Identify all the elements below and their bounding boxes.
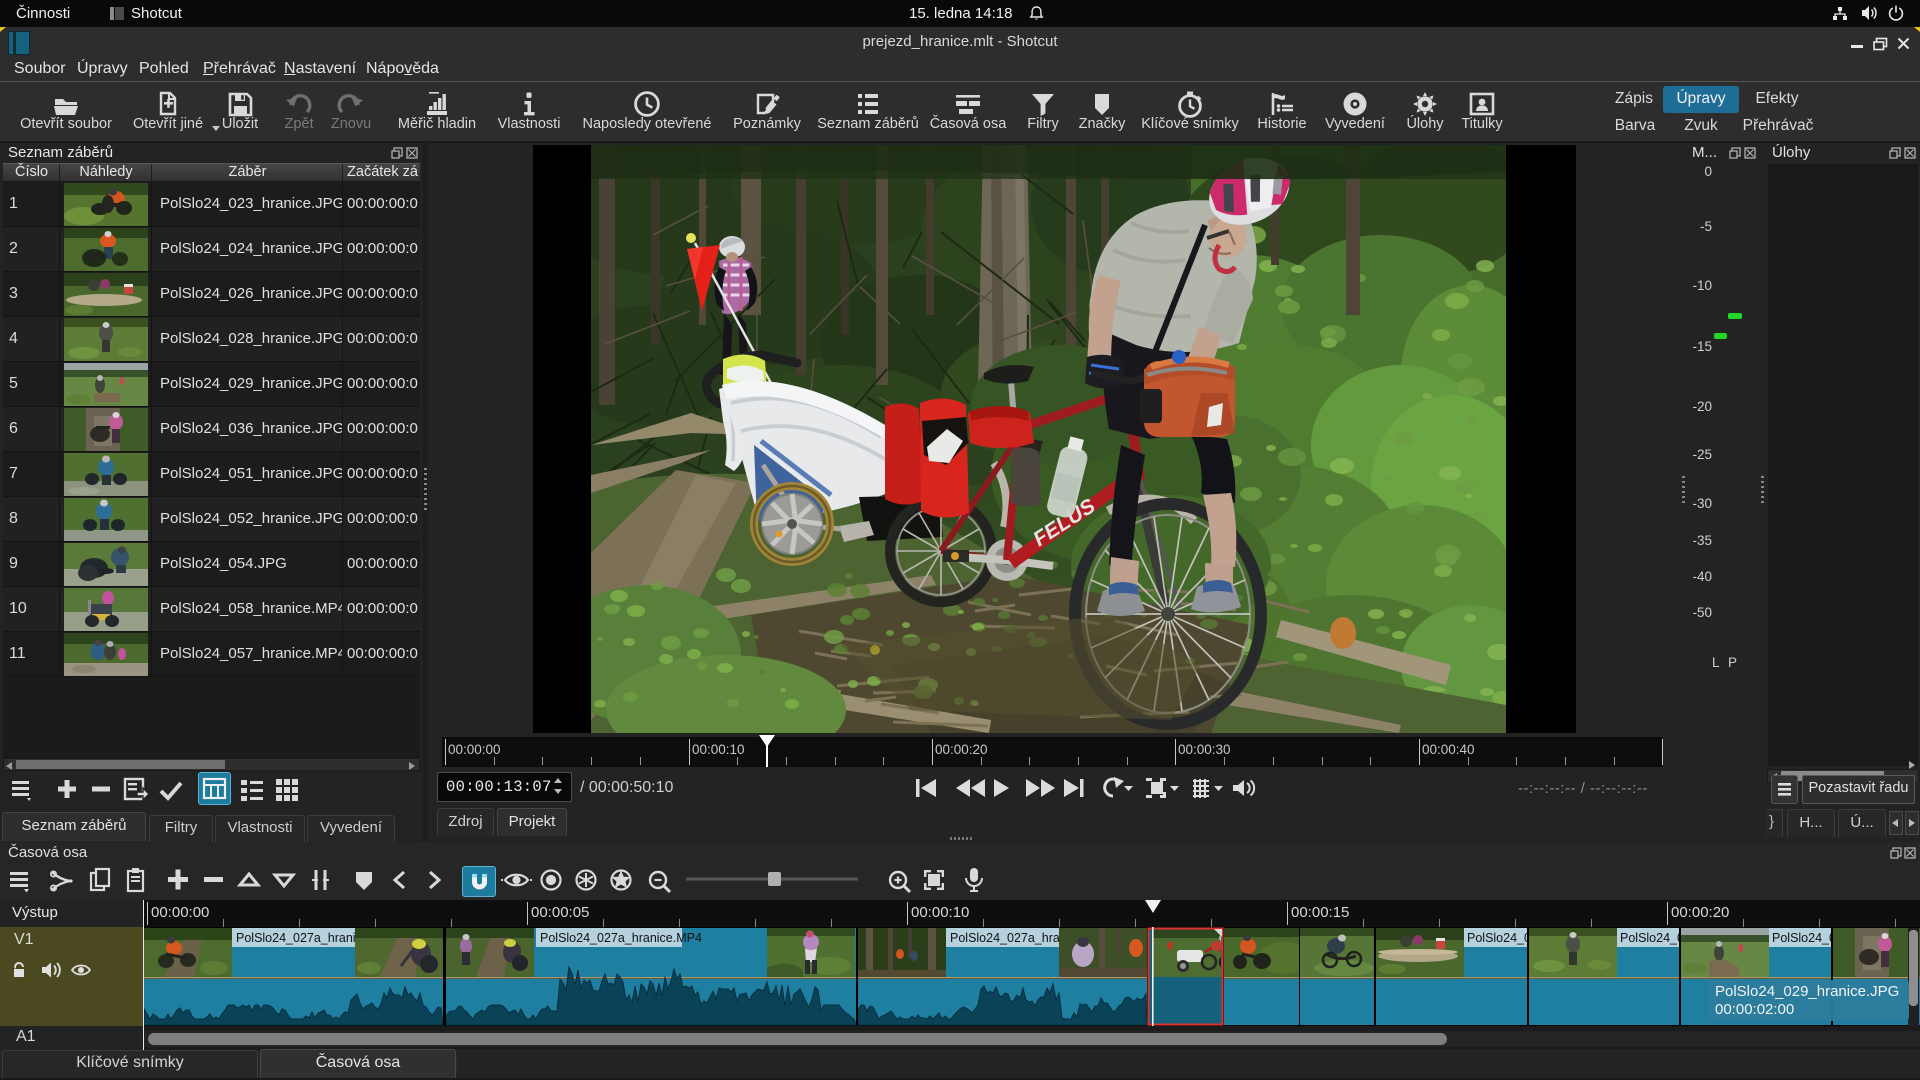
svg-text:PolSlo24_027a_hranice.MP4: PolSlo24_027a_hranice.MP4 (540, 931, 702, 945)
